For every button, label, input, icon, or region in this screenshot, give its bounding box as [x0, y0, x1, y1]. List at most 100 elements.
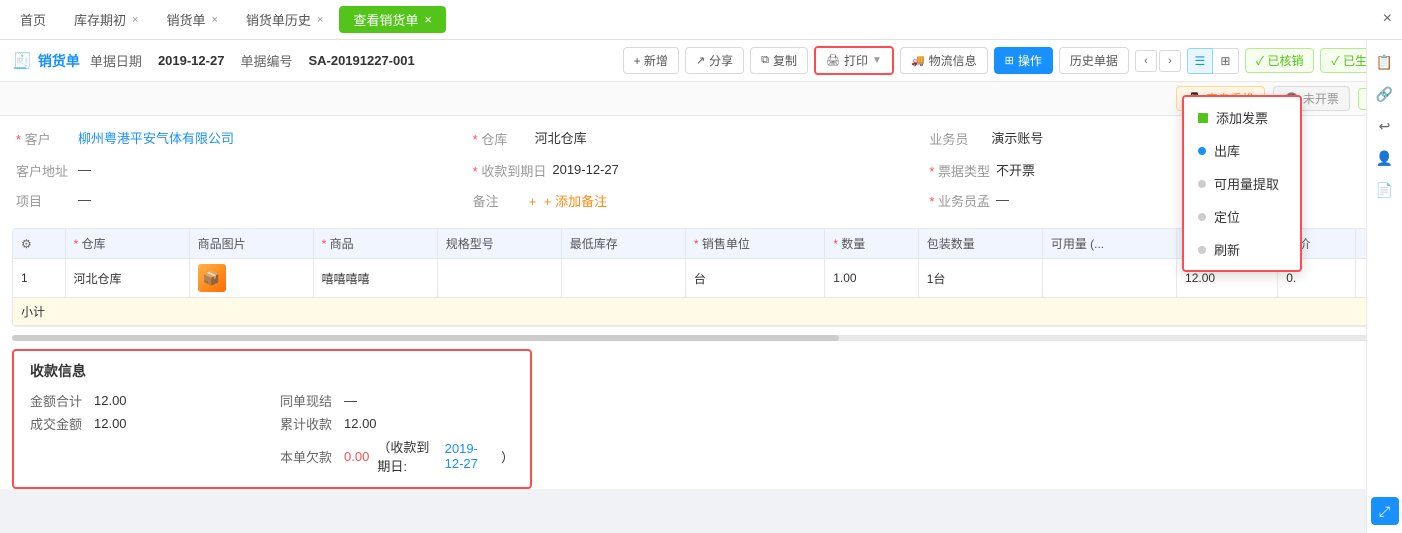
toolbar-left: 🧾 销货单 单据日期 2019-12-27 单据编号 SA-20191227-0… — [12, 51, 415, 71]
sidebar-link-icon[interactable]: 🔗 — [1371, 80, 1399, 108]
tab-inventory-close[interactable]: × — [132, 14, 138, 26]
col-warehouse: 仓库 — [65, 229, 189, 259]
transaction-amount-value: 12.00 — [94, 416, 127, 431]
dropdown-locate-label: 定位 — [1214, 207, 1240, 226]
same-order-settlement-label: 同单现结 — [280, 391, 336, 410]
current-owe-value: 0.00 — [344, 449, 369, 464]
payment-grid: 金额合计 12.00 成交金额 12.00 同单现结 — 累计收款 12.00 — [30, 389, 514, 477]
tab-sales[interactable]: 销货单 × — [154, 4, 229, 36]
same-order-settlement-value: — — [344, 393, 357, 408]
dropdown-item-refresh[interactable]: 刷新 — [1184, 233, 1300, 266]
sidebar-history-icon[interactable]: ↩ — [1371, 112, 1399, 140]
tab-history-label: 销货单历史 — [246, 10, 311, 29]
transaction-amount-row: 成交金额 12.00 — [30, 412, 264, 435]
copy-button[interactable]: ⧉ 复制 — [750, 47, 808, 74]
address-value: — — [72, 160, 97, 180]
salesperson2-value: — — [990, 190, 1015, 210]
payment-title: 收款信息 — [30, 361, 514, 381]
tab-home[interactable]: 首页 — [8, 4, 58, 36]
note-field: 备注 + + 添加备注 — [473, 191, 930, 210]
dropdown-refresh-label: 刷新 — [1214, 240, 1240, 259]
invoice-icon — [1198, 113, 1208, 123]
grid-view-button[interactable]: ⊞ — [1213, 48, 1239, 74]
dropdown-item-locate[interactable]: 定位 — [1184, 200, 1300, 233]
share-button[interactable]: ↗ 分享 — [685, 47, 744, 74]
salesperson2-label: 业务员孟 — [929, 191, 990, 210]
salesperson-value: 演示账号 — [985, 126, 1049, 150]
tab-history[interactable]: 销货单历史 × — [234, 4, 335, 36]
scroll-thumb — [12, 335, 839, 341]
refresh-icon — [1198, 246, 1206, 254]
list-view-button[interactable]: ☰ — [1187, 48, 1213, 74]
amount-total-row: 金额合计 12.00 — [30, 389, 264, 412]
print-button-label: 打印 — [844, 52, 868, 69]
ticket-type-label: 票据类型 — [929, 161, 990, 180]
col-settings[interactable]: ⚙ — [13, 229, 65, 259]
sidebar-doc-icon[interactable]: 📋 — [1371, 48, 1399, 76]
address-label: 客户地址 — [16, 161, 72, 180]
locate-icon — [1198, 213, 1206, 221]
tab-view-sales-close[interactable]: × — [424, 12, 432, 27]
tab-sales-close[interactable]: × — [211, 14, 217, 26]
sold-status-badge: ✓ 已核销 — [1245, 48, 1315, 73]
customer-value[interactable]: 柳州粤港平安气体有限公司 — [72, 126, 240, 150]
row-no: 1 — [13, 259, 65, 298]
tab-history-close[interactable]: × — [317, 14, 323, 26]
dropdown-invoice-label: 添加发票 — [1216, 108, 1268, 127]
row-sales-unit: 台 — [685, 259, 824, 298]
prev-record-button[interactable]: ‹ — [1135, 50, 1157, 72]
print-button[interactable]: 🖨 打印 ▼ — [814, 46, 894, 75]
doc-date-label: 单据日期 — [90, 51, 142, 70]
tab-home-label: 首页 — [20, 10, 46, 29]
logistics-button-label: 物流信息 — [929, 52, 977, 69]
row-product: 嘻嘻嘻嘻 — [313, 259, 437, 298]
logistics-button[interactable]: 🚚 物流信息 — [900, 47, 988, 74]
cumulative-receipt-label: 累计收款 — [280, 414, 336, 433]
toolbar-right: + 新增 ↗ 分享 ⧉ 复制 🖨 打印 ▼ 🚚 物流信息 ⊞ 操作 — [623, 46, 1390, 75]
sidebar-expand-icon[interactable]: ⤢ — [1371, 497, 1399, 525]
project-value: — — [72, 190, 97, 210]
not-opened-label: 未开票 — [1303, 90, 1339, 107]
row-image: 📦 — [189, 259, 313, 298]
doc-date-value: 2019-12-27 — [158, 53, 225, 68]
warehouse-field: 仓库 河北仓库 — [473, 126, 930, 150]
tab-sales-label: 销货单 — [166, 10, 205, 29]
dropdown-item-outbound[interactable]: 出库 — [1184, 134, 1300, 167]
view-toggle: ☰ ⊞ — [1187, 48, 1239, 74]
dropdown-item-available-qty[interactable]: 可用量提取 — [1184, 167, 1300, 200]
salesperson-field: 业务员 演示账号 — [929, 126, 1386, 150]
history-button[interactable]: 历史单据 — [1059, 47, 1129, 74]
sidebar-files-icon[interactable]: 📄 — [1371, 176, 1399, 204]
add-button[interactable]: + 新增 — [623, 47, 679, 74]
salesperson-label: 业务员 — [929, 129, 985, 148]
doc-number-label: 单据编号 — [240, 51, 292, 70]
doc-meta: 单据日期 2019-12-27 单据编号 SA-20191227-001 — [90, 51, 415, 70]
dropdown-menu: 添加发票 出库 可用量提取 定位 刷新 — [1182, 95, 1302, 272]
tab-inventory[interactable]: 库存期初 × — [62, 4, 150, 36]
dropdown-outbound-label: 出库 — [1214, 141, 1240, 160]
transaction-amount-label: 成交金额 — [30, 414, 86, 433]
warehouse-label: 仓库 — [473, 129, 529, 148]
settings-icon[interactable]: ⚙ — [21, 237, 32, 251]
payment-date-value: 2019-12-27 — [546, 160, 625, 180]
due-date-value: 2019-12-27 — [445, 441, 493, 471]
scroll-indicator[interactable] — [12, 335, 1390, 341]
operation-button[interactable]: ⊞ 操作 — [994, 47, 1053, 74]
add-note-button[interactable]: + + 添加备注 — [529, 191, 607, 210]
customer-field: 客户 柳州粤港平安气体有限公司 — [16, 126, 473, 150]
window-close-button[interactable]: × — [1383, 10, 1392, 28]
product-image: 📦 — [198, 264, 226, 292]
right-sidebar: 📋 🔗 ↩ 👤 📄 ⤢ — [1366, 40, 1402, 533]
due-date-suffix: ） — [501, 447, 514, 466]
nav-arrows: ‹ › — [1135, 50, 1181, 72]
col-quantity: 数量 — [825, 229, 919, 259]
tab-view-sales[interactable]: 查看销货单 × — [339, 6, 446, 33]
project-label: 项目 — [16, 191, 72, 210]
col-spec: 规格型号 — [437, 229, 561, 259]
tab-view-sales-label: 查看销货单 — [353, 10, 418, 29]
product-image-icon: 📦 — [203, 270, 220, 287]
sidebar-user-icon[interactable]: 👤 — [1371, 144, 1399, 172]
next-record-button[interactable]: › — [1159, 50, 1181, 72]
dropdown-item-invoice[interactable]: 添加发票 — [1184, 101, 1300, 134]
subtotal-label: 小计 — [13, 298, 1389, 326]
